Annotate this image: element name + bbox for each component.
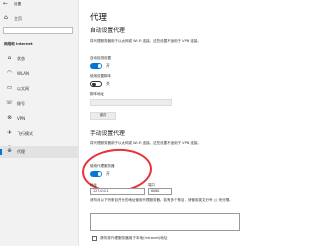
sidebar-item-label: 拨号 <box>17 101 25 106</box>
exceptions-description: 请勿对以下列条目开头的地址使用代理服务器。若有多个条目，请使用英文分号 (;) … <box>90 198 233 202</box>
auto-detect-toggle[interactable] <box>90 63 102 69</box>
page-title: 代理 <box>90 13 108 23</box>
setup-script-label: 使用设置脚本 <box>90 74 111 78</box>
sidebar-item-airplane-mode[interactable]: ✈ 飞行模式 <box>0 128 78 140</box>
script-address-input[interactable] <box>90 99 172 106</box>
sidebar-item-ethernet[interactable]: ▭ 以太网 <box>0 83 78 95</box>
wifi-icon: ◠ <box>7 70 12 76</box>
dial-up-icon: ☏ <box>6 100 13 106</box>
exceptions-input[interactable] <box>90 213 240 231</box>
port-input[interactable]: 8080 <box>148 188 172 195</box>
sidebar-item-label: 飞行模式 <box>17 131 33 136</box>
manual-proxy-heading: 手动设置代理 <box>90 131 125 137</box>
script-address-label: 脚本地址 <box>90 92 104 96</box>
local-bypass-checkbox[interactable] <box>92 236 97 241</box>
toggle-knob <box>97 64 101 68</box>
sidebar-home-label[interactable]: 主页 <box>14 16 22 22</box>
sidebar-item-status[interactable]: ⌂ 状态 <box>0 53 78 65</box>
sidebar: ← 设置 ⌂ 主页 网络和 Internet ⌂ 状态 ◠ WLAN ▭ 以太网… <box>0 0 79 246</box>
sidebar-section-title: 网络和 Internet <box>4 42 33 46</box>
sidebar-item-wlan[interactable]: ◠ WLAN <box>0 68 78 80</box>
setup-script-state: 关 <box>106 81 110 86</box>
auto-detect-label: 自动检测设置 <box>90 56 111 60</box>
sidebar-item-label: 状态 <box>17 56 25 61</box>
auto-proxy-description: 将代理服务器用于以太网或 Wi-Fi 连接。这些设置不适用于 VPN 连接。 <box>90 39 201 43</box>
search-input[interactable] <box>3 27 73 34</box>
sidebar-item-label: VPN <box>17 116 26 121</box>
auto-proxy-heading: 自动设置代理 <box>90 28 125 34</box>
setup-script-toggle[interactable] <box>90 81 102 87</box>
address-label: 地址 <box>90 183 97 187</box>
window-title: 设置 <box>14 2 22 6</box>
globe-icon: ⌂ <box>7 55 12 61</box>
back-arrow-icon[interactable]: ← <box>3 1 8 7</box>
manual-proxy-description: 将代理服务器用于以太网或 Wi-Fi 连接。这些设置不适用于 VPN 连接。 <box>90 141 201 145</box>
airplane-icon: ✈ <box>7 130 12 136</box>
home-icon[interactable]: ⌂ <box>4 15 8 21</box>
sidebar-item-vpn[interactable]: ⊗ VPN <box>0 113 78 125</box>
sidebar-item-label: 代理 <box>17 149 25 154</box>
vpn-icon: ⊗ <box>7 115 12 121</box>
ethernet-icon: ▭ <box>6 85 13 91</box>
main-content: 代理 自动设置代理 将代理服务器用于以太网或 Wi-Fi 连接。这些设置不适用于… <box>79 0 250 246</box>
address-input[interactable]: 127.0.0.1 <box>90 188 145 195</box>
auto-detect-state: 开 <box>106 63 110 68</box>
toggle-knob <box>92 82 96 86</box>
save-button[interactable]: 保存 <box>90 112 116 120</box>
sidebar-item-dialup[interactable]: ☏ 拨号 <box>0 98 78 110</box>
sidebar-item-label: 以太网 <box>17 86 29 91</box>
globe-proxy-icon: ⊕ <box>7 148 12 154</box>
port-label: 端口 <box>148 183 155 187</box>
title-bar: ← 设置 <box>0 0 79 9</box>
sidebar-item-label: WLAN <box>17 71 30 76</box>
sidebar-item-proxy[interactable]: ⊕ 代理 <box>0 146 78 158</box>
local-bypass-label: 请勿将代理服务器用于本地(Intranet)地址 <box>100 236 168 240</box>
